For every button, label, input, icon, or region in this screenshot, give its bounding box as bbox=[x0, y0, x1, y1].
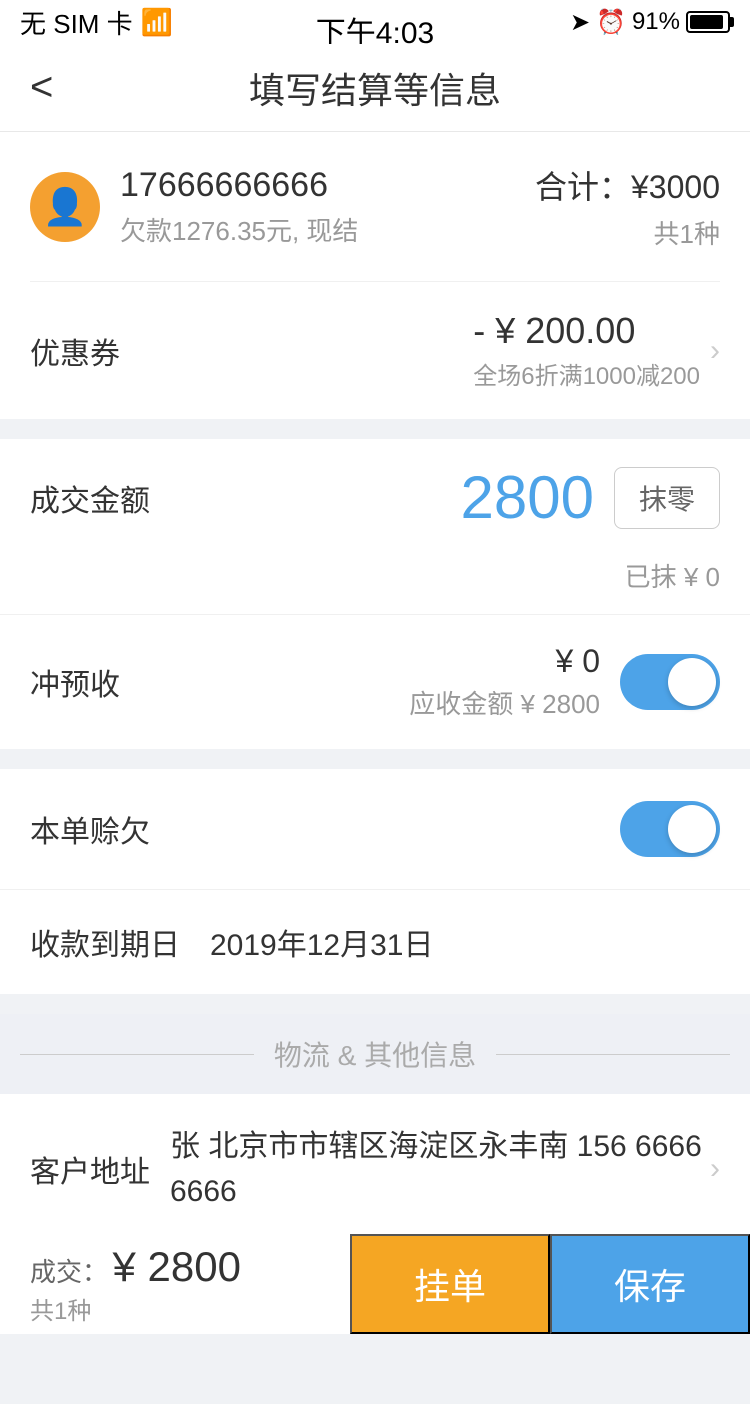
coupon-right: - ¥ 200.00 全场6折满1000减200 › bbox=[473, 310, 720, 391]
pending-button[interactable]: 挂单 bbox=[350, 1234, 550, 1334]
battery-fill bbox=[690, 15, 723, 29]
avatar-icon: 👤 bbox=[43, 186, 88, 228]
divider-line-right bbox=[496, 1054, 730, 1055]
customer-count: 共1种 bbox=[535, 214, 720, 251]
deal-row: 成交金额 2800 抹零 bbox=[0, 439, 750, 557]
save-button[interactable]: 保存 bbox=[550, 1234, 750, 1334]
bottom-deal-line: 成交： ¥ 2800 bbox=[30, 1243, 320, 1291]
coupon-label: 优惠券 bbox=[30, 329, 120, 373]
alarm-icon: ⏰ bbox=[596, 8, 626, 37]
address-section: 客户地址 张 北京市市辖区海淀区永丰南 156 6666 6666 › bbox=[0, 1094, 750, 1244]
coupon-amount: - ¥ 200.00 bbox=[473, 310, 700, 352]
prepaid-row: 冲预收 ¥ 0 应收金额 ¥ 2800 bbox=[0, 614, 750, 749]
toggle-knob bbox=[668, 658, 716, 706]
chevron-right-icon: › bbox=[710, 334, 720, 368]
round-zero-button[interactable]: 抹零 bbox=[614, 467, 720, 529]
carrier-text: 无 SIM 卡 bbox=[20, 4, 133, 41]
avatar: 👤 bbox=[30, 172, 100, 242]
arrears-toggle-knob bbox=[668, 805, 716, 853]
duedate-label: 收款到期日 bbox=[30, 920, 180, 964]
arrears-row: 本单赊欠 bbox=[0, 769, 750, 889]
back-button[interactable]: < bbox=[30, 65, 53, 110]
coupon-desc: 全场6折满1000减200 bbox=[473, 356, 700, 391]
arrears-toggle[interactable] bbox=[620, 801, 720, 857]
customer-left: 👤 17666666666 欠款1276.35元, 现结 bbox=[30, 166, 358, 248]
prepaid-amount: ¥ 0 bbox=[409, 643, 600, 680]
divider-text: 物流 & 其他信息 bbox=[274, 1034, 476, 1074]
address-label: 客户地址 bbox=[30, 1147, 150, 1191]
coupon-row[interactable]: 优惠券 - ¥ 200.00 全场6折满1000减200 › bbox=[30, 281, 720, 419]
wifi-icon: 📶 bbox=[141, 7, 173, 38]
customer-right: 合计：¥3000 共1种 bbox=[535, 162, 720, 251]
bottom-bar: 成交： ¥ 2800 共1种 挂单 保存 bbox=[0, 1234, 750, 1334]
prepaid-values: ¥ 0 应收金额 ¥ 2800 bbox=[409, 643, 600, 721]
arrears-section: 本单赊欠 收款到期日 2019年12月31日 bbox=[0, 769, 750, 994]
bottom-deal-label: 成交： bbox=[30, 1257, 108, 1287]
deal-amount: 2800 bbox=[461, 468, 594, 528]
deal-label: 成交金额 bbox=[30, 476, 150, 520]
deal-sub: 已抹 ¥ 0 bbox=[0, 557, 750, 614]
customer-sub: 欠款1276.35元, 现结 bbox=[120, 211, 358, 248]
battery-icon bbox=[686, 11, 730, 33]
customer-info: 17666666666 欠款1276.35元, 现结 bbox=[120, 166, 358, 248]
customer-row: 👤 17666666666 欠款1276.35元, 现结 合计：¥3000 共1… bbox=[30, 132, 720, 281]
deal-section: 成交金额 2800 抹零 已抹 ¥ 0 冲预收 ¥ 0 应收金额 ¥ 2800 bbox=[0, 439, 750, 749]
deal-right: 2800 抹零 bbox=[461, 467, 721, 529]
duedate-row: 收款到期日 2019年12月31日 bbox=[0, 889, 750, 994]
content: 👤 17666666666 欠款1276.35元, 现结 合计：¥3000 共1… bbox=[0, 132, 750, 1404]
prepaid-toggle[interactable] bbox=[620, 654, 720, 710]
divider-line-left bbox=[20, 1054, 254, 1055]
location-icon: ➤ bbox=[570, 8, 590, 37]
duedate-value: 2019年12月31日 bbox=[210, 920, 433, 964]
address-value: 张 北京市市辖区海淀区永丰南 156 6666 6666 bbox=[170, 1124, 710, 1214]
status-left: 无 SIM 卡 📶 bbox=[20, 4, 173, 41]
address-chevron-icon: › bbox=[710, 1152, 720, 1186]
status-right: ➤ ⏰ 91% bbox=[570, 8, 730, 37]
prepaid-sub: 应收金额 ¥ 2800 bbox=[409, 684, 600, 721]
customer-total: 合计：¥3000 bbox=[535, 162, 720, 208]
customer-card: 👤 17666666666 欠款1276.35元, 现结 合计：¥3000 共1… bbox=[0, 132, 750, 419]
arrears-label: 本单赊欠 bbox=[30, 807, 150, 851]
bottom-info: 成交： ¥ 2800 共1种 bbox=[0, 1243, 350, 1326]
customer-phone: 17666666666 bbox=[120, 166, 358, 205]
bottom-deal-amount: ¥ 2800 bbox=[112, 1243, 240, 1290]
address-row[interactable]: 客户地址 张 北京市市辖区海淀区永丰南 156 6666 6666 › bbox=[0, 1094, 750, 1244]
divider-section: 物流 & 其他信息 bbox=[0, 1014, 750, 1094]
prepaid-label: 冲预收 bbox=[30, 660, 120, 704]
bottom-count: 共1种 bbox=[30, 1291, 320, 1326]
nav-bar: < 填写结算等信息 bbox=[0, 44, 750, 132]
battery-percent: 91% bbox=[632, 8, 680, 36]
coupon-value: - ¥ 200.00 全场6折满1000减200 bbox=[473, 310, 700, 391]
prepaid-right: ¥ 0 应收金额 ¥ 2800 bbox=[409, 643, 720, 721]
page-title: 填写结算等信息 bbox=[249, 62, 501, 114]
status-bar: 无 SIM 卡 📶 下午4:03 ➤ ⏰ 91% bbox=[0, 0, 750, 44]
